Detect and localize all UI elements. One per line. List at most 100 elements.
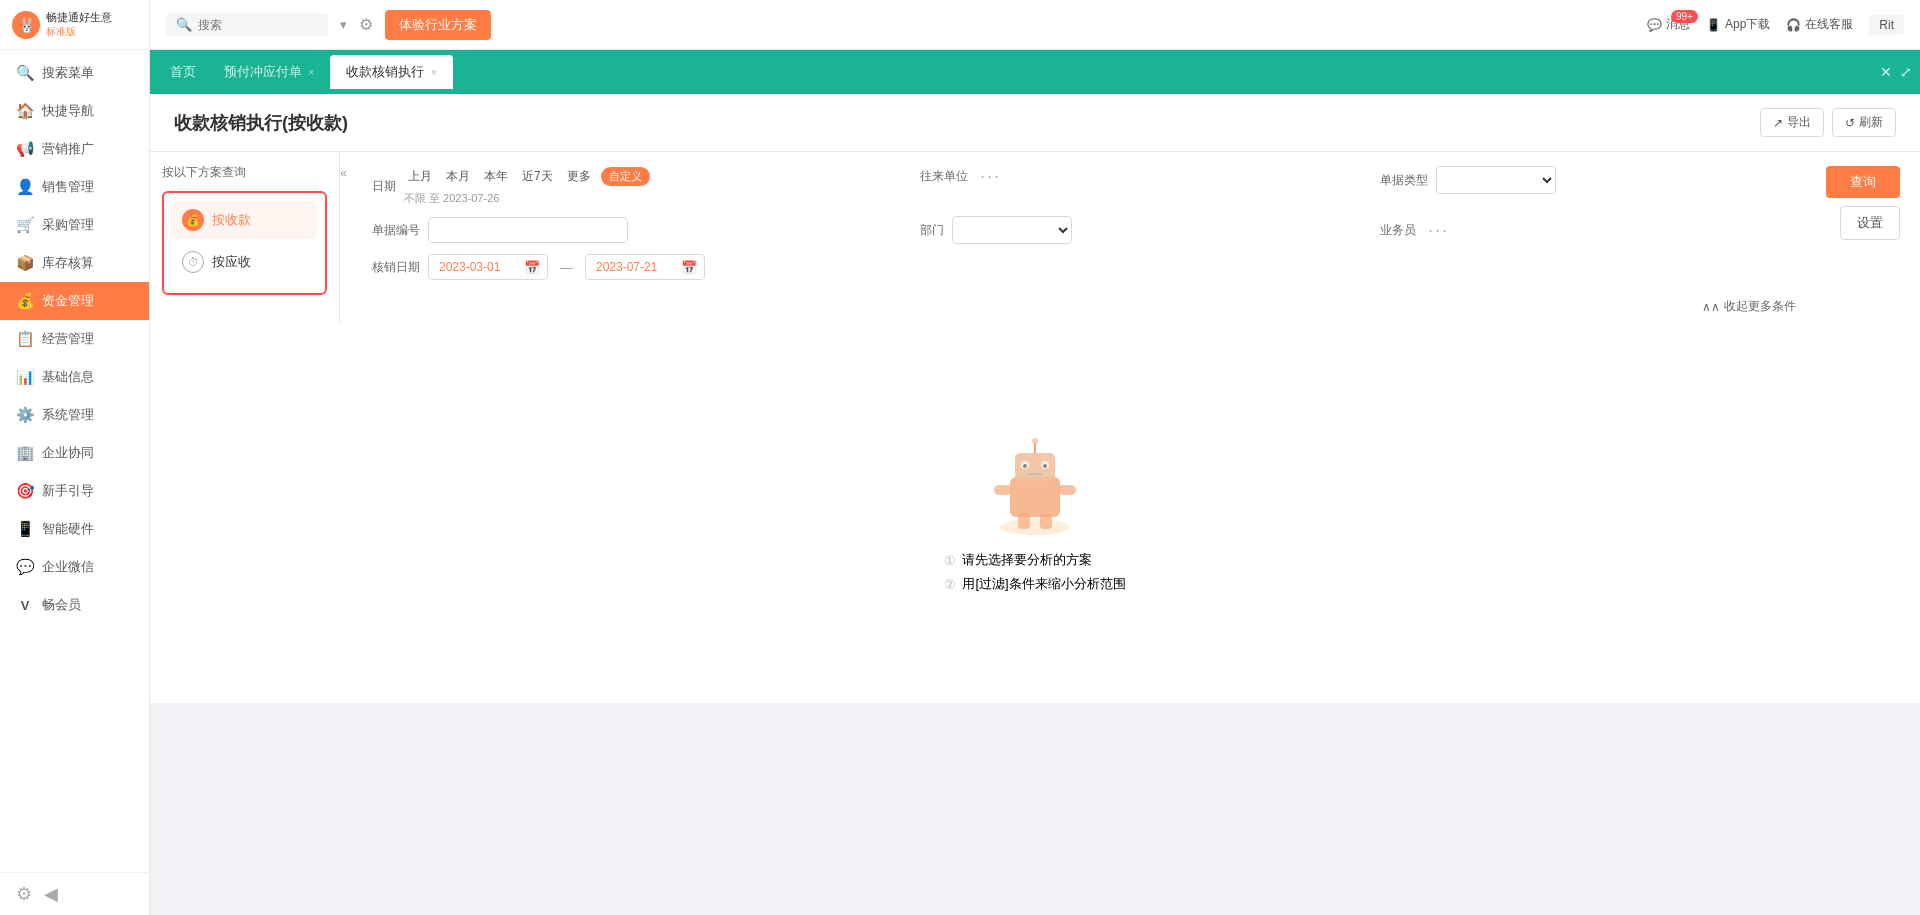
salesperson-label: 业务员	[1380, 222, 1416, 239]
sidebar-label-enterprise: 企业协同	[42, 444, 94, 462]
logo-text-block: 畅捷通好生意 标准版	[46, 10, 112, 38]
tabs-bar: 首页 预付冲应付单 × 收款核销执行 × ✕ ⤢	[150, 50, 1920, 94]
date-custom-badge[interactable]: 自定义	[601, 167, 650, 186]
content-area: 收款核销执行(按收款) ↗ 导出 ↺ 刷新 按以下方案查询 💰	[150, 94, 1920, 915]
filter-bill-type-cell: 单据类型	[1380, 166, 1820, 194]
messages-button[interactable]: 💬 消息 99+	[1647, 16, 1690, 33]
refresh-button[interactable]: ↺ 刷新	[1832, 108, 1896, 137]
tab-prepay-close[interactable]: ×	[308, 66, 314, 78]
sidebar-item-purchase[interactable]: 🛒 采购管理	[0, 206, 149, 244]
topbar-search-icon: 🔍	[176, 17, 192, 32]
filter-btn-area: 查询 设置	[1820, 152, 1920, 323]
verify-date-end-wrap: 📅	[585, 254, 705, 280]
page-title: 收款核销执行(按收款)	[174, 111, 348, 149]
service-icon: 🎧	[1786, 18, 1801, 32]
user-avatar[interactable]: Rit	[1869, 15, 1904, 35]
sidebar-item-quick-nav[interactable]: 🏠 快捷导航	[0, 92, 149, 130]
counterpart-select-btn[interactable]: ···	[976, 166, 1005, 187]
bill-number-input[interactable]	[428, 217, 628, 243]
sidebar-item-inventory[interactable]: 📦 库存核算	[0, 244, 149, 282]
funds-icon: 💰	[16, 292, 34, 310]
sidebar-item-search-menu[interactable]: 🔍 搜索菜单	[0, 54, 149, 92]
filter-options-wrapper: 💰 按收款 ⏱ 按应收	[162, 191, 327, 295]
sidebar-item-enterprise[interactable]: 🏢 企业协同	[0, 434, 149, 472]
topbar-search-bar[interactable]: 🔍	[166, 13, 328, 36]
shortcut-last-month[interactable]: 上月	[404, 166, 436, 187]
department-select[interactable]	[952, 216, 1072, 244]
filter-counterpart-cell: 往来单位 ···	[920, 166, 1360, 187]
sidebar-item-wechat[interactable]: 💬 企业微信	[0, 548, 149, 586]
sidebar-item-funds[interactable]: 💰 资金管理	[0, 282, 149, 320]
tab-home[interactable]: 首页	[158, 55, 208, 89]
sidebar-label-member: 畅会员	[42, 596, 81, 614]
app-download-label: App下载	[1725, 16, 1770, 33]
hint-text-1: 请先选择要分析的方案	[962, 551, 1092, 569]
filter-option-by-receipt[interactable]: 💰 按收款	[172, 201, 317, 239]
shortcut-this-year[interactable]: 本年	[480, 166, 512, 187]
settings-button[interactable]: 设置	[1840, 206, 1900, 240]
app-download-button[interactable]: 📱 App下载	[1706, 16, 1770, 33]
inventory-icon: 📦	[16, 254, 34, 272]
shortcut-this-month[interactable]: 本月	[442, 166, 474, 187]
service-button[interactable]: 🎧 在线客服	[1786, 16, 1853, 33]
more-conditions-btn[interactable]: ∧∧ 收起更多条件	[358, 290, 1796, 323]
svg-point-13	[1032, 438, 1038, 444]
sidebar-label-inventory: 库存核算	[42, 254, 94, 272]
filter-area: 按以下方案查询 💰 按收款 ⏱ 按应收 «	[150, 152, 1920, 323]
sidebar-label-sales: 销售管理	[42, 178, 94, 196]
verify-date-end-calendar-icon[interactable]: 📅	[681, 260, 697, 275]
filter-option-by-receivable[interactable]: ⏱ 按应收	[172, 243, 317, 281]
sidebar-label-marketing: 营销推广	[42, 140, 94, 158]
topbar-gear-icon[interactable]: ⚙	[359, 15, 373, 34]
messages-badge: 99+	[1671, 10, 1698, 23]
receipt-icon: 💰	[182, 209, 204, 231]
sidebar-collapse-icon[interactable]: ◀	[44, 883, 58, 905]
shortcut-more[interactable]: 更多	[563, 166, 595, 187]
solution-button[interactable]: 体验行业方案	[385, 10, 491, 40]
query-button[interactable]: 查询	[1826, 166, 1900, 198]
svg-rect-9	[1058, 485, 1076, 495]
salesperson-select-btn[interactable]: ···	[1424, 220, 1453, 241]
export-icon: ↗	[1773, 116, 1783, 130]
counterpart-label: 往来单位	[920, 168, 968, 185]
sidebar-label-search-menu: 搜索菜单	[42, 64, 94, 82]
app-logo: 🐰 畅捷通好生意 标准版	[0, 0, 149, 50]
app-icon: 📱	[1706, 18, 1721, 32]
verify-date-start-calendar-icon[interactable]: 📅	[524, 260, 540, 275]
topbar-search-input[interactable]	[198, 18, 318, 32]
svg-point-5	[1023, 464, 1027, 468]
sidebar-label-guide: 新手引导	[42, 482, 94, 500]
sidebar-item-hardware[interactable]: 📱 智能硬件	[0, 510, 149, 548]
logo-icon: 🐰	[12, 11, 40, 39]
tab-expand-icon[interactable]: ⤢	[1900, 64, 1912, 80]
sidebar-item-operations[interactable]: 📋 经营管理	[0, 320, 149, 358]
quick-nav-icon: 🏠	[16, 102, 34, 120]
member-icon: V	[16, 598, 34, 613]
enterprise-icon: 🏢	[16, 444, 34, 462]
tab-verify-close[interactable]: ×	[430, 66, 436, 78]
sidebar-item-basics[interactable]: 📊 基础信息	[0, 358, 149, 396]
sidebar-item-system[interactable]: ⚙️ 系统管理	[0, 396, 149, 434]
refresh-icon: ↺	[1845, 116, 1855, 130]
filter-salesperson-cell: 业务员 ···	[1380, 220, 1820, 241]
operations-icon: 📋	[16, 330, 34, 348]
sidebar-item-member[interactable]: V 畅会员	[0, 586, 149, 624]
sidebar-item-sales[interactable]: 👤 销售管理	[0, 168, 149, 206]
bill-type-select[interactable]	[1436, 166, 1556, 194]
topbar-dropdown-icon[interactable]: ▾	[340, 17, 347, 32]
export-button[interactable]: ↗ 导出	[1760, 108, 1824, 137]
shortcut-7-days[interactable]: 近7天	[518, 166, 557, 187]
sidebar-settings-icon[interactable]: ⚙	[16, 883, 32, 905]
tab-prepay[interactable]: 预付冲应付单 ×	[208, 55, 330, 89]
sidebar-label-wechat: 企业微信	[42, 558, 94, 576]
sidebar-item-marketing[interactable]: 📢 营销推广	[0, 130, 149, 168]
empty-hints: ① 请先选择要分析的方案 ② 用[过滤]条件来缩小分析范围	[944, 551, 1125, 599]
collapse-button[interactable]: «	[340, 152, 358, 323]
sidebar-item-guide[interactable]: 🎯 新手引导	[0, 472, 149, 510]
filter-department-cell: 部门	[920, 216, 1360, 244]
system-icon: ⚙️	[16, 406, 34, 424]
message-icon: 💬	[1647, 18, 1662, 32]
tab-close-all-icon[interactable]: ✕	[1880, 64, 1892, 80]
tab-verify[interactable]: 收款核销执行 ×	[330, 55, 452, 89]
filter-bill-number-cell: 单据编号	[372, 217, 900, 243]
